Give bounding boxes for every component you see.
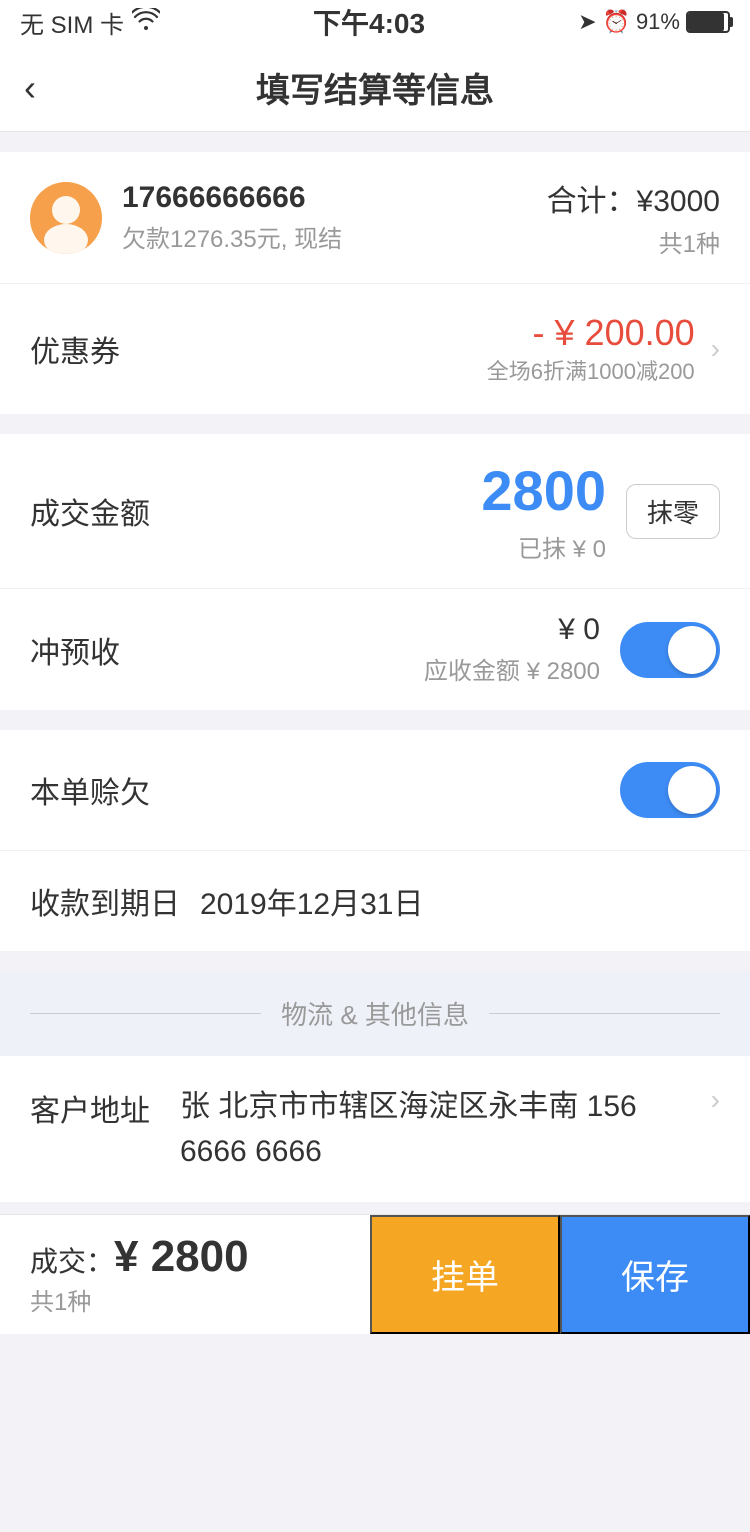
deal-amount-area: 2800 已抹 ¥ 0 bbox=[481, 458, 606, 564]
status-bar: 无 SIM 卡 下午4:03 ➤ ⏰ 91% bbox=[0, 0, 750, 44]
location-icon: ➤ bbox=[578, 9, 596, 35]
address-row[interactable]: 客户地址 张 北京市市辖区海淀区永丰南 156 6666 6666 › bbox=[0, 1056, 750, 1202]
back-button[interactable]: ‹ bbox=[24, 67, 36, 109]
divider-line-right bbox=[489, 1013, 720, 1014]
total-count: 共1种 bbox=[547, 224, 720, 259]
toggle-knob bbox=[668, 626, 716, 674]
debit-label: 本单赊欠 bbox=[30, 768, 150, 812]
bottom-deal-label: 成交： bbox=[30, 1246, 114, 1277]
debit-toggle-knob bbox=[668, 766, 716, 814]
user-details: 17666666666 欠款1276.35元, 现结 bbox=[122, 181, 342, 254]
hold-order-button[interactable]: 挂单 bbox=[370, 1215, 560, 1334]
section-gap-3 bbox=[0, 710, 750, 730]
duedate-row: 收款到期日 2019年12月31日 bbox=[0, 850, 750, 951]
bottom-deal-amount: ¥ 2800 bbox=[114, 1232, 249, 1281]
duedate-label: 收款到期日 bbox=[30, 879, 180, 923]
user-row: 17666666666 欠款1276.35元, 现结 合计：¥3000 共1种 bbox=[30, 176, 720, 259]
bottom-bar: 成交：¥ 2800 共1种 挂单 保存 bbox=[0, 1214, 750, 1334]
coupon-label: 优惠券 bbox=[30, 327, 120, 371]
status-left: 无 SIM 卡 bbox=[20, 5, 160, 40]
chevron-right-icon: › bbox=[711, 333, 720, 365]
coupon-right: - ¥ 200.00 全场6折满1000减200 › bbox=[487, 312, 720, 386]
section-gap-2 bbox=[0, 414, 750, 434]
page-title: 填写结算等信息 bbox=[256, 63, 494, 112]
deal-amount-section: 成交金额 2800 已抹 ¥ 0 抹零 bbox=[0, 434, 750, 588]
prepay-amount: ¥ 0 bbox=[424, 613, 600, 647]
deal-sub: 已抹 ¥ 0 bbox=[481, 529, 606, 564]
bottom-deal-count: 共1种 bbox=[30, 1282, 370, 1317]
prepay-row: 冲预收 ¥ 0 应收金额 ¥ 2800 bbox=[0, 588, 750, 710]
user-info-section: 17666666666 欠款1276.35元, 现结 合计：¥3000 共1种 bbox=[0, 152, 750, 283]
user-phone: 17666666666 bbox=[122, 181, 342, 215]
section-gap-4 bbox=[0, 951, 750, 971]
debit-row: 本单赊欠 bbox=[0, 730, 750, 850]
user-subtext: 欠款1276.35元, 现结 bbox=[122, 219, 342, 254]
battery-percent: 91% bbox=[636, 9, 680, 35]
avatar bbox=[30, 182, 102, 254]
prepay-toggle[interactable] bbox=[620, 622, 720, 678]
round-zero-button[interactable]: 抹零 bbox=[626, 484, 720, 539]
deal-right: 2800 已抹 ¥ 0 抹零 bbox=[481, 458, 720, 564]
bottom-summary: 成交：¥ 2800 共1种 bbox=[0, 1215, 370, 1334]
duedate-value: 2019年12月31日 bbox=[200, 879, 423, 923]
nav-bar: ‹ 填写结算等信息 bbox=[0, 44, 750, 132]
logistics-divider: 物流 & 其他信息 bbox=[0, 971, 750, 1056]
sim-text: 无 SIM 卡 bbox=[20, 5, 124, 40]
logistics-label: 物流 & 其他信息 bbox=[261, 995, 489, 1032]
battery-icon bbox=[686, 11, 730, 33]
prepay-amount-area: ¥ 0 应收金额 ¥ 2800 bbox=[424, 613, 600, 686]
coupon-desc: 全场6折满1000减200 bbox=[487, 354, 695, 386]
bottom-deal-row: 成交：¥ 2800 bbox=[30, 1232, 370, 1282]
user-left: 17666666666 欠款1276.35元, 现结 bbox=[30, 181, 342, 254]
deal-amount: 2800 bbox=[481, 458, 606, 523]
save-button[interactable]: 保存 bbox=[560, 1215, 750, 1334]
deal-label: 成交金额 bbox=[30, 489, 150, 533]
status-time: 下午4:03 bbox=[313, 2, 425, 42]
address-label: 客户地址 bbox=[30, 1086, 150, 1130]
prepay-right: ¥ 0 应收金额 ¥ 2800 bbox=[424, 613, 720, 686]
section-gap-1 bbox=[0, 132, 750, 152]
address-chevron-icon: › bbox=[711, 1084, 720, 1116]
coupon-row[interactable]: 优惠券 - ¥ 200.00 全场6折满1000减200 › bbox=[0, 283, 750, 414]
deal-row: 成交金额 2800 已抹 ¥ 0 抹零 bbox=[30, 458, 720, 564]
divider-line-left bbox=[30, 1013, 261, 1014]
user-right: 合计：¥3000 共1种 bbox=[547, 176, 720, 259]
alarm-icon: ⏰ bbox=[603, 9, 630, 35]
wifi-icon bbox=[132, 8, 160, 37]
coupon-amount: - ¥ 200.00 bbox=[487, 312, 695, 354]
prepay-label: 冲预收 bbox=[30, 628, 120, 672]
total-amount: 合计：¥3000 bbox=[547, 176, 720, 220]
prepay-sub: 应收金额 ¥ 2800 bbox=[424, 651, 600, 686]
debit-toggle[interactable] bbox=[620, 762, 720, 818]
status-right: ➤ ⏰ 91% bbox=[578, 9, 730, 35]
address-value: 张 北京市市辖区海淀区永丰南 156 6666 6666 bbox=[180, 1084, 705, 1174]
